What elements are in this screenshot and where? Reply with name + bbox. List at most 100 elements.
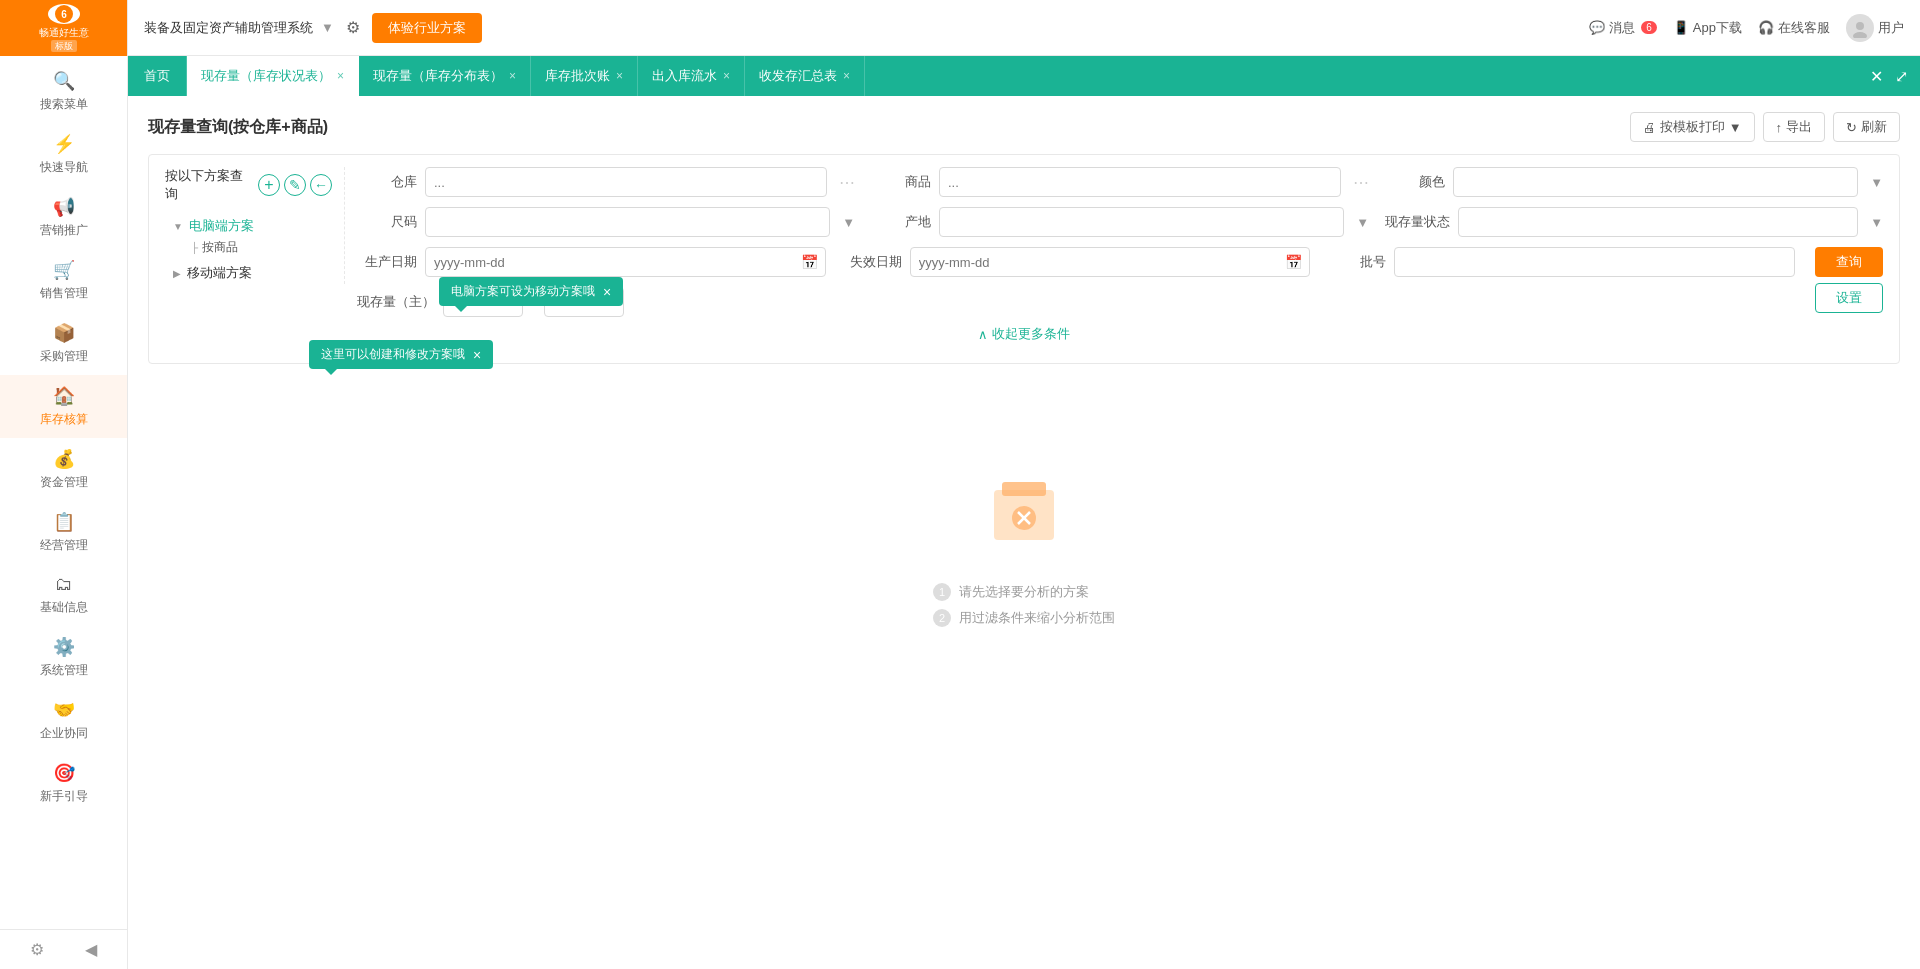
inventory-icon: 🏠 bbox=[53, 385, 75, 407]
empty-step-2: 2 用过滤条件来缩小分析范围 bbox=[933, 609, 1115, 627]
scheme-sub-label: 按商品 bbox=[202, 239, 238, 256]
sidebar-item-finance[interactable]: 💰 资金管理 bbox=[0, 438, 127, 501]
origin-dropdown-icon[interactable]: ▼ bbox=[1356, 215, 1369, 230]
export-button[interactable]: ↑ 导出 bbox=[1763, 112, 1826, 142]
stock-status-field: 现存量状态 ▼ bbox=[1385, 207, 1883, 237]
quick-icon: ⚡ bbox=[53, 133, 75, 155]
scheme-sub-row: ├ 按商品 bbox=[191, 239, 332, 256]
edit-scheme-button[interactable]: ✎ bbox=[284, 174, 306, 196]
settings-gear-icon[interactable]: ⚙ bbox=[346, 18, 360, 37]
sidebar-item-label: 采购管理 bbox=[40, 348, 88, 365]
tab-close-icon[interactable]: × bbox=[723, 69, 730, 83]
settings-button[interactable]: ⚙ bbox=[30, 940, 44, 959]
produce-date-wrapper: 📅 bbox=[425, 247, 826, 277]
tab-close-icon[interactable]: × bbox=[616, 69, 623, 83]
warehouse-more-icon[interactable]: ⋯ bbox=[839, 173, 855, 192]
sidebar-item-operation[interactable]: 📋 经营管理 bbox=[0, 501, 127, 564]
print-button[interactable]: 🖨 按模板打印 ▼ bbox=[1630, 112, 1755, 142]
warehouse-input[interactable] bbox=[425, 167, 827, 197]
goods-input[interactable] bbox=[939, 167, 1341, 197]
experience-button[interactable]: 体验行业方案 bbox=[372, 13, 482, 43]
page-title: 现存量查询(按仓库+商品) bbox=[148, 117, 328, 138]
arrow-right-icon: ▶ bbox=[173, 268, 181, 279]
origin-input[interactable] bbox=[939, 207, 1344, 237]
sidebar-item-label: 企业协同 bbox=[40, 725, 88, 742]
color-input[interactable] bbox=[1453, 167, 1858, 197]
scheme-computer[interactable]: ▼ 电脑端方案 bbox=[173, 215, 332, 237]
tab-inout-flow[interactable]: 出入库流水 × bbox=[638, 56, 745, 96]
sidebar-item-system[interactable]: ⚙️ 系统管理 bbox=[0, 626, 127, 689]
refresh-icon: ↻ bbox=[1846, 120, 1857, 135]
message-button[interactable]: 💬 消息 6 bbox=[1589, 19, 1657, 37]
stock-status-label: 现存量状态 bbox=[1385, 213, 1450, 231]
stock-status-dropdown-icon[interactable]: ▼ bbox=[1870, 215, 1883, 230]
batch-input[interactable] bbox=[1394, 247, 1795, 277]
filter-row-2: 尺码 ▼ 产地 ▼ 现存量状态 bbox=[357, 207, 1883, 237]
sidebar-item-enterprise[interactable]: 🤝 企业协同 bbox=[0, 689, 127, 752]
reset-button[interactable]: 设置 bbox=[1815, 283, 1883, 313]
tab-inventory-status[interactable]: 现存量（库存状况表） × bbox=[187, 56, 359, 96]
sidebar-item-label: 系统管理 bbox=[40, 662, 88, 679]
user-button[interactable]: 用户 bbox=[1846, 14, 1904, 42]
tab-inventory-batch[interactable]: 库存批次账 × bbox=[531, 56, 638, 96]
tooltip-desktop-scheme: 电脑方案可设为移动方案哦 × bbox=[439, 277, 623, 306]
sidebar-item-quick[interactable]: ⚡ 快速导航 bbox=[0, 123, 127, 186]
online-support-button[interactable]: 🎧 在线客服 bbox=[1758, 19, 1830, 37]
goods-more-icon[interactable]: ⋯ bbox=[1353, 173, 1369, 192]
filter-row-1: 仓库 ⋯ 商品 ⋯ 颜色 bbox=[357, 167, 1883, 197]
app-download-button[interactable]: 📱 App下载 bbox=[1673, 19, 1742, 37]
system-name: 装备及固定资产辅助管理系统 bbox=[144, 19, 313, 37]
sidebar-item-search[interactable]: 🔍 搜索菜单 bbox=[0, 60, 127, 123]
produce-date-input[interactable] bbox=[425, 247, 826, 277]
stock-status-input[interactable] bbox=[1458, 207, 1858, 237]
tab-inventory-dist[interactable]: 现存量（库存分布表） × bbox=[359, 56, 531, 96]
app-download-label: App下载 bbox=[1693, 19, 1742, 37]
tooltip-create-scheme: 这里可以创建和修改方案哦 × bbox=[309, 340, 493, 369]
print-icon: 🖨 bbox=[1643, 120, 1656, 135]
sidebar-item-purchase[interactable]: 📦 采购管理 bbox=[0, 312, 127, 375]
sidebar-item-inventory[interactable]: 🏠 库存核算 bbox=[0, 375, 127, 438]
tabs-bar: 首页 现存量（库存状况表） × 现存量（库存分布表） × 库存批次账 × 出入库… bbox=[128, 56, 1920, 96]
close-all-tabs-button[interactable]: ✕ bbox=[1866, 63, 1887, 90]
color-dropdown-icon[interactable]: ▼ bbox=[1870, 175, 1883, 190]
collapse-sidebar-button[interactable]: ◀ bbox=[85, 940, 97, 959]
expand-tabs-button[interactable]: ⤢ bbox=[1891, 63, 1912, 90]
tooltip-close-button[interactable]: × bbox=[603, 284, 611, 300]
size-input[interactable] bbox=[425, 207, 830, 237]
sidebar-item-label: 资金管理 bbox=[40, 474, 88, 491]
tooltip-close-button2[interactable]: × bbox=[473, 347, 481, 363]
tab-close-icon[interactable]: × bbox=[843, 69, 850, 83]
sidebar-nav: 🔍 搜索菜单 ⚡ 快速导航 📢 营销推广 🛒 销售管理 📦 采购管理 🏠 库存核… bbox=[0, 56, 127, 929]
back-scheme-button[interactable]: ← bbox=[310, 174, 332, 196]
message-badge: 6 bbox=[1641, 21, 1657, 34]
user-label: 用户 bbox=[1878, 19, 1904, 37]
system-dropdown-icon[interactable]: ▼ bbox=[321, 20, 334, 35]
scheme-mobile[interactable]: ▶ 移动端方案 bbox=[173, 262, 332, 284]
page-content: 现存量查询(按仓库+商品) 🖨 按模板打印 ▼ ↑ 导出 ↻ 刷新 bbox=[128, 96, 1920, 969]
add-scheme-button[interactable]: + bbox=[258, 174, 280, 196]
sales-icon: 🛒 bbox=[53, 259, 75, 281]
filter-label-row: 按以下方案查询 + ✎ ← bbox=[165, 167, 332, 203]
tab-home[interactable]: 首页 bbox=[128, 56, 187, 96]
step-label-1: 请先选择要分析的方案 bbox=[959, 583, 1089, 601]
sidebar-item-marketing[interactable]: 📢 营销推广 bbox=[0, 186, 127, 249]
size-dropdown-icon[interactable]: ▼ bbox=[842, 215, 855, 230]
sidebar-item-sales[interactable]: 🛒 销售管理 bbox=[0, 249, 127, 312]
produce-date-label: 生产日期 bbox=[357, 253, 417, 271]
step-num-1: 1 bbox=[933, 583, 951, 601]
tab-close-icon[interactable]: × bbox=[509, 69, 516, 83]
batch-field: 批号 bbox=[1326, 247, 1795, 277]
warehouse-label: 仓库 bbox=[357, 173, 417, 191]
tab-receive-summary[interactable]: 收发存汇总表 × bbox=[745, 56, 865, 96]
message-icon: 💬 bbox=[1589, 20, 1605, 35]
query-button[interactable]: 查询 bbox=[1815, 247, 1883, 277]
tab-close-icon[interactable]: × bbox=[337, 69, 344, 83]
purchase-icon: 📦 bbox=[53, 322, 75, 344]
expire-date-input[interactable] bbox=[910, 247, 1311, 277]
refresh-button[interactable]: ↻ 刷新 bbox=[1833, 112, 1900, 142]
phone-icon: 📱 bbox=[1673, 20, 1689, 35]
sidebar-item-guide[interactable]: 🎯 新手引导 bbox=[0, 752, 127, 815]
arrow-down-icon: ▼ bbox=[173, 221, 183, 232]
search-icon: 🔍 bbox=[53, 70, 75, 92]
sidebar-item-basic[interactable]: 🗂 基础信息 bbox=[0, 564, 127, 626]
